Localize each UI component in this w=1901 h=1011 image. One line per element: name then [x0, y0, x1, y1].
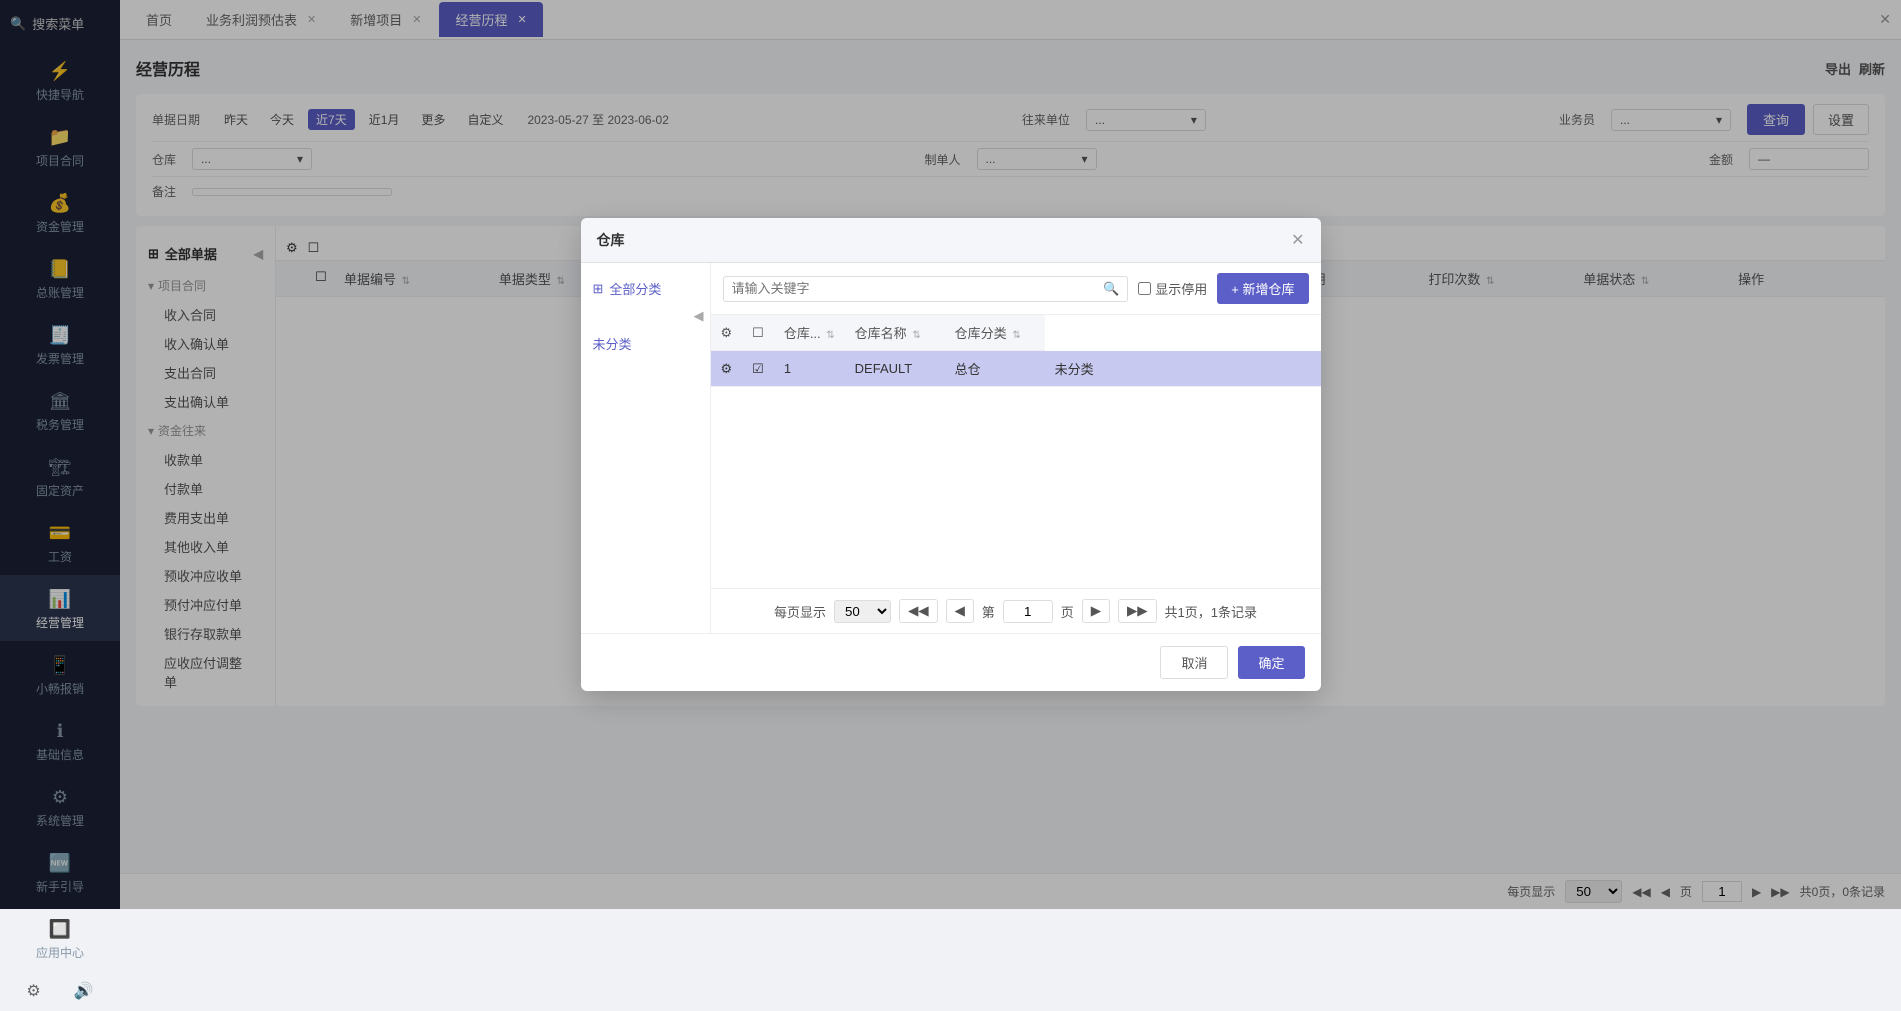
- modal-close-button[interactable]: ✕: [1291, 230, 1304, 250]
- modal-next-page-btn[interactable]: ▶: [1082, 599, 1110, 623]
- collapse-left-icon: ◀: [694, 308, 704, 324]
- modal-table-header-row: ⚙ ☐ 仓库... ⇅ 仓库名称 ⇅: [711, 315, 1321, 351]
- modal-col-settings: ⚙: [711, 315, 743, 351]
- modal-col-cat-header: 仓库分类 ⇅: [945, 315, 1045, 351]
- modal-per-page-label: 每页显示: [774, 602, 826, 621]
- modal-page-size-select[interactable]: 50 100: [834, 600, 891, 623]
- modal-row1-id: 1: [774, 351, 845, 387]
- modal-confirm-button[interactable]: 确定: [1238, 646, 1304, 679]
- modal-page-label: 第: [982, 602, 995, 621]
- sort-icon-modal-2[interactable]: ⇅: [912, 330, 920, 341]
- modal-title: 仓库: [597, 230, 625, 250]
- modal-row1-check[interactable]: ☑: [742, 351, 774, 387]
- app-center-icon: 🔲: [49, 919, 71, 940]
- sort-icon-modal-1[interactable]: ⇅: [826, 330, 834, 341]
- modal-body: ⊞ 全部分类 ◀ 未分类 🔍: [581, 263, 1321, 633]
- modal-add-button[interactable]: + 新增仓库: [1217, 273, 1308, 304]
- modal-first-page-btn[interactable]: ◀◀: [899, 599, 938, 623]
- modal-page-input[interactable]: [1003, 600, 1053, 623]
- modal-all-categories[interactable]: ⊞ 全部分类: [581, 273, 710, 304]
- modal-col-code-header: 仓库名称 ⇅: [845, 315, 945, 351]
- modal-toolbar: 🔍 显示停用 + 新增仓库: [711, 263, 1321, 315]
- modal-row1-code: DEFAULT: [845, 351, 945, 387]
- modal-footer: 取消 确定: [581, 633, 1321, 691]
- modal-show-disabled[interactable]: 显示停用: [1138, 279, 1207, 298]
- modal-col-id-header: 仓库... ⇅: [774, 315, 845, 351]
- sidebar-item-app-center[interactable]: 🔲 应用中心: [0, 905, 120, 971]
- modal-total-text: 共1页，1条记录: [1165, 602, 1257, 621]
- modal-row1-category: 未分类: [1045, 351, 1321, 387]
- grid-icon2: ⊞: [593, 281, 604, 297]
- modal-table: ⚙ ☐ 仓库... ⇅ 仓库名称 ⇅: [711, 315, 1321, 588]
- modal-row1-name: 总仓: [945, 351, 1045, 387]
- settings-icon[interactable]: ⚙: [26, 981, 40, 1001]
- modal-overlay[interactable]: 仓库 ✕ ⊞ 全部分类 ◀ 未分类: [0, 0, 1901, 909]
- modal-right-panel: 🔍 显示停用 + 新增仓库 ⚙ ☐: [711, 263, 1321, 633]
- modal-search-icon[interactable]: 🔍: [1103, 281, 1119, 297]
- modal-prev-page-btn[interactable]: ◀: [946, 599, 974, 623]
- modal-row1-settings[interactable]: ⚙: [711, 351, 743, 387]
- modal-last-page-btn[interactable]: ▶▶: [1118, 599, 1157, 623]
- modal-search-input[interactable]: [732, 281, 1098, 296]
- modal-left-panel: ⊞ 全部分类 ◀ 未分类: [581, 263, 711, 633]
- modal-left-collapse-btn[interactable]: ◀: [581, 304, 710, 328]
- warehouse-modal: 仓库 ✕ ⊞ 全部分类 ◀ 未分类: [581, 218, 1321, 691]
- modal-page-suffix: 页: [1061, 602, 1074, 621]
- modal-cancel-button[interactable]: 取消: [1160, 646, 1228, 679]
- modal-search-box[interactable]: 🔍: [723, 276, 1129, 302]
- modal-table-row-1[interactable]: ⚙ ☑ 1 DEFAULT 总仓 未分类: [711, 351, 1321, 387]
- modal-left-item-uncategorized[interactable]: 未分类: [581, 328, 710, 359]
- modal-pagination: 每页显示 50 100 ◀◀ ◀ 第 页 ▶ ▶▶ 共1页，1条记录: [711, 588, 1321, 633]
- sort-icon-modal-3[interactable]: ⇅: [1012, 330, 1020, 341]
- sidebar-bottom: ⚙ 🔊: [0, 971, 120, 1011]
- show-disabled-checkbox[interactable]: [1138, 282, 1151, 295]
- modal-col-check[interactable]: ☐: [742, 315, 774, 351]
- volume-icon[interactable]: 🔊: [74, 981, 94, 1001]
- modal-header: 仓库 ✕: [581, 218, 1321, 263]
